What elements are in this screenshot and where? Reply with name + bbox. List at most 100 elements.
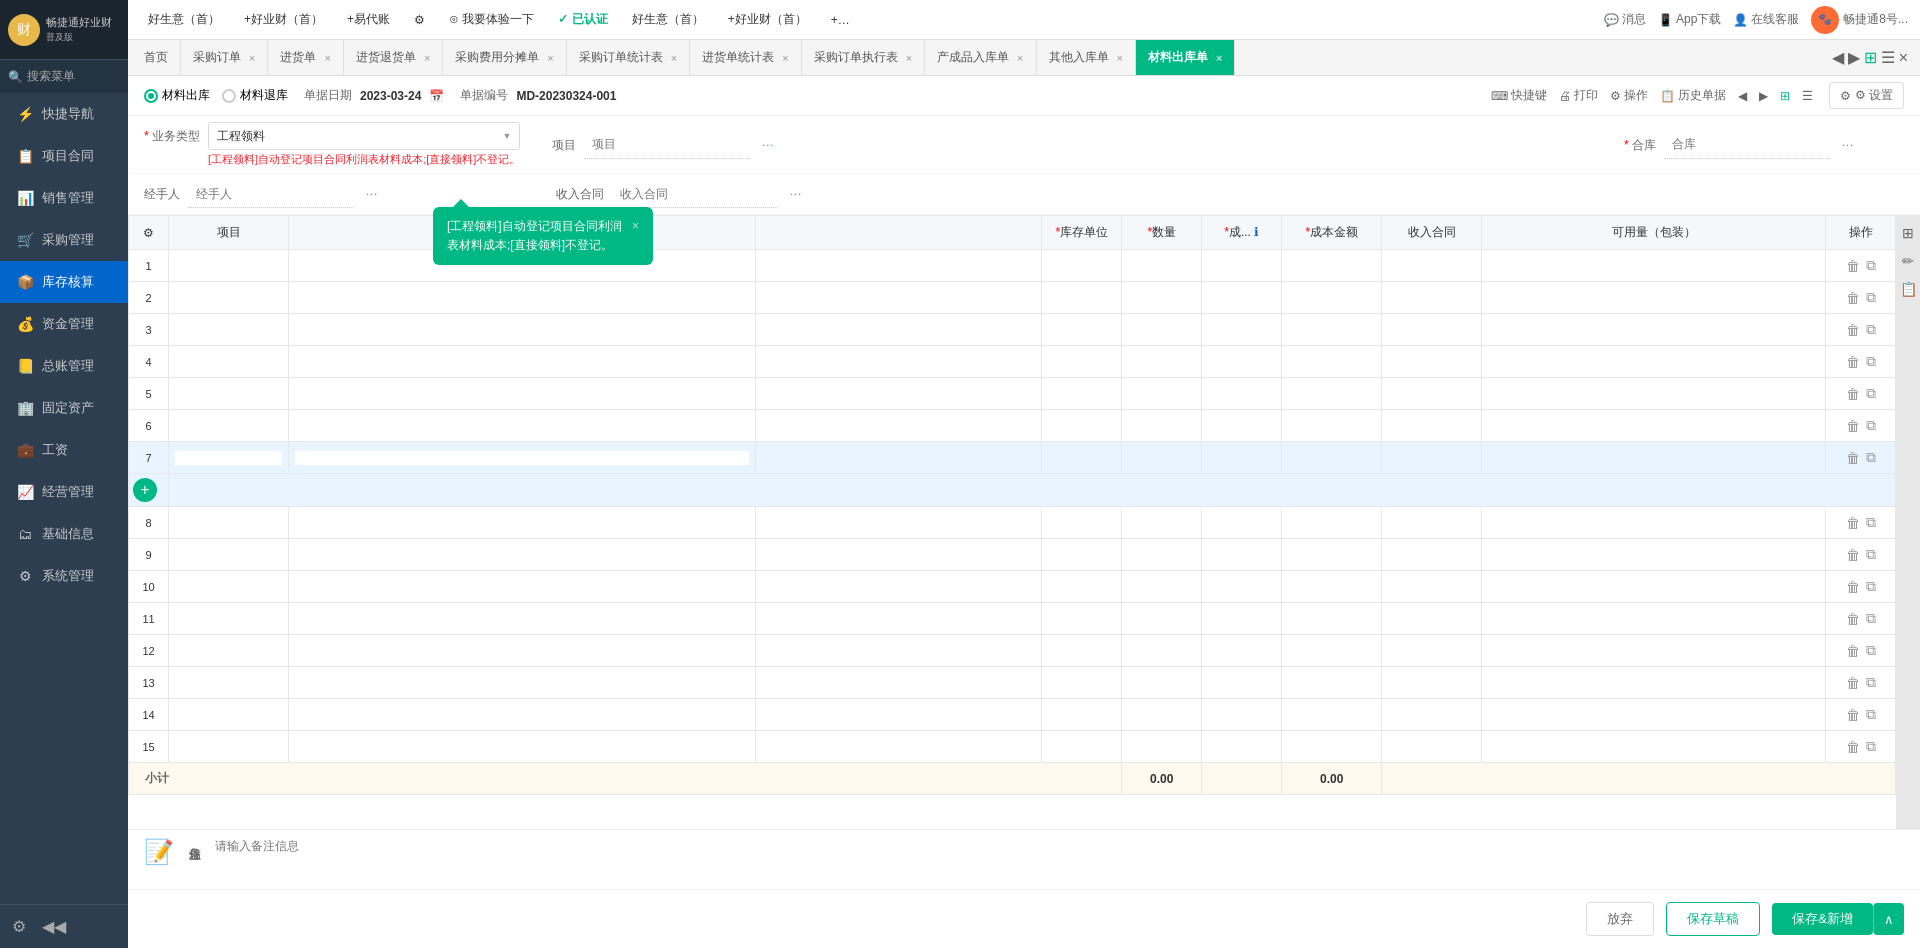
row-cost-amount-cell[interactable] — [1282, 635, 1382, 667]
row-available-qty-cell[interactable] — [1482, 346, 1826, 378]
topbar-yidaizhang[interactable]: +易代账 — [339, 7, 398, 32]
copy-row-icon[interactable]: ⧉ — [1866, 738, 1876, 755]
row-spec-cell[interactable] — [755, 571, 1041, 603]
row-cost-amount-cell[interactable] — [1282, 603, 1382, 635]
row-project-cell[interactable] — [169, 603, 289, 635]
row-material-cell[interactable] — [289, 507, 756, 539]
row-unit-cell[interactable] — [1042, 314, 1122, 346]
settings-button[interactable]: ⚙ ⚙ 设置 — [1829, 82, 1904, 109]
row-cost-price-cell[interactable] — [1202, 378, 1282, 410]
business-type-select[interactable]: 工程领料 — [208, 122, 520, 150]
delete-row-icon[interactable]: 🗑 — [1846, 579, 1860, 595]
row-cost-price-cell[interactable] — [1202, 442, 1282, 474]
calendar-icon[interactable]: 📅 — [429, 89, 444, 103]
tab-material-issue[interactable]: 材料出库单× — [1136, 40, 1235, 76]
row-income-contract-cell[interactable] — [1382, 442, 1482, 474]
row-material-cell[interactable] — [289, 699, 756, 731]
topbar-online-service[interactable]: 👤 在线客服 — [1733, 11, 1799, 28]
row-project-cell[interactable] — [169, 442, 289, 474]
add-row-button[interactable]: + — [133, 478, 157, 502]
row-spec-cell[interactable] — [755, 346, 1041, 378]
row-income-contract-cell[interactable] — [1382, 282, 1482, 314]
row-qty-cell[interactable] — [1122, 378, 1202, 410]
row-spec-cell[interactable] — [755, 603, 1041, 635]
collapse-icon[interactable]: ◀◀ — [42, 917, 66, 936]
copy-row-icon[interactable]: ⧉ — [1866, 353, 1876, 370]
tab-goods-receipt[interactable]: 进货单× — [268, 40, 343, 76]
row-material-cell[interactable] — [289, 635, 756, 667]
topbar-user[interactable]: 🐾 畅捷通8号... — [1811, 6, 1908, 34]
print-btn[interactable]: 🖨 打印 — [1559, 87, 1598, 104]
tab-other-receipt[interactable]: 其他入库单× — [1037, 40, 1136, 76]
topbar-app-download[interactable]: 📱 App下载 — [1658, 11, 1721, 28]
warehouse-ellipsis[interactable]: … — [1838, 131, 1857, 152]
delete-row-icon[interactable]: 🗑 — [1846, 547, 1860, 563]
tab-close-goods-receipt[interactable]: × — [324, 52, 330, 64]
copy-row-icon[interactable]: ⧉ — [1866, 289, 1876, 306]
row-project-cell[interactable] — [169, 507, 289, 539]
row-unit-cell[interactable] — [1042, 635, 1122, 667]
row-qty-cell[interactable] — [1122, 346, 1202, 378]
topbar-ellipsis[interactable]: +… — [823, 9, 858, 31]
row-material-cell[interactable] — [289, 314, 756, 346]
tab-nav-next[interactable]: ▶ — [1848, 48, 1860, 67]
topbar-more2[interactable]: +好业财（首） — [720, 7, 815, 32]
sidebar-item-inventory[interactable]: 📦 库存核算 — [0, 261, 128, 303]
topbar-settings-icon[interactable]: ⚙ — [406, 9, 433, 31]
tab-close-material-issue[interactable]: × — [1216, 52, 1222, 64]
row-available-qty-cell[interactable] — [1482, 571, 1826, 603]
topbar-message[interactable]: 💬 消息 — [1604, 11, 1646, 28]
row-income-contract-cell[interactable] — [1382, 507, 1482, 539]
row-unit-cell[interactable] — [1042, 250, 1122, 282]
warehouse-input[interactable] — [1664, 131, 1830, 159]
radio-material-return[interactable]: 材料退库 — [222, 87, 288, 104]
topbar-haoshengyi[interactable]: 好生意（首） — [140, 7, 228, 32]
row-project-cell[interactable] — [169, 571, 289, 603]
row-available-qty-cell[interactable] — [1482, 314, 1826, 346]
tab-close-purchase-order[interactable]: × — [249, 52, 255, 64]
right-panel-icon-3[interactable]: 📋 — [1898, 279, 1918, 299]
handler-ellipsis[interactable]: … — [362, 180, 381, 201]
row-cost-amount-cell[interactable] — [1282, 410, 1382, 442]
row-available-qty-cell[interactable] — [1482, 539, 1826, 571]
save-draft-button[interactable]: 保存草稿 — [1666, 902, 1760, 936]
row-available-qty-cell[interactable] — [1482, 410, 1826, 442]
tab-goods-return[interactable]: 进货退货单× — [344, 40, 443, 76]
delete-row-icon[interactable]: 🗑 — [1846, 290, 1860, 306]
row-income-contract-cell[interactable] — [1382, 539, 1482, 571]
row-cost-amount-cell[interactable] — [1282, 346, 1382, 378]
row-cost-price-cell[interactable] — [1202, 571, 1282, 603]
row-qty-cell[interactable] — [1122, 507, 1202, 539]
row-project-cell[interactable] — [169, 667, 289, 699]
delete-row-icon[interactable]: 🗑 — [1846, 354, 1860, 370]
row-unit-cell[interactable] — [1042, 410, 1122, 442]
row-income-contract-cell[interactable] — [1382, 603, 1482, 635]
row-income-contract-cell[interactable] — [1382, 346, 1482, 378]
row-unit-cell[interactable] — [1042, 667, 1122, 699]
row-income-contract-cell[interactable] — [1382, 410, 1482, 442]
delete-row-icon[interactable]: 🗑 — [1846, 515, 1860, 531]
row-income-contract-cell[interactable] — [1382, 731, 1482, 763]
sidebar-item-project[interactable]: 📋 项目合同 — [0, 135, 128, 177]
delete-row-icon[interactable]: 🗑 — [1846, 418, 1860, 434]
row-qty-cell[interactable] — [1122, 667, 1202, 699]
row-spec-cell[interactable] — [755, 699, 1041, 731]
delete-row-icon[interactable]: 🗑 — [1846, 258, 1860, 274]
row-unit-cell[interactable] — [1042, 699, 1122, 731]
tooltip-close[interactable]: × — [632, 217, 639, 236]
topbar-experience[interactable]: ⊙ 我要体验一下 — [441, 7, 542, 32]
row-cost-amount-cell[interactable] — [1282, 731, 1382, 763]
row-spec-cell[interactable] — [755, 314, 1041, 346]
row-project-cell[interactable] — [169, 378, 289, 410]
row-income-contract-cell[interactable] — [1382, 378, 1482, 410]
row-unit-cell[interactable] — [1042, 346, 1122, 378]
row-cost-price-cell[interactable] — [1202, 635, 1282, 667]
tab-finished-goods[interactable]: 产成品入库单× — [925, 40, 1036, 76]
row-project-cell[interactable] — [169, 731, 289, 763]
row-spec-cell[interactable] — [755, 378, 1041, 410]
row-available-qty-cell[interactable] — [1482, 507, 1826, 539]
row-qty-cell[interactable] — [1122, 282, 1202, 314]
sidebar-item-system[interactable]: ⚙ 系统管理 — [0, 555, 128, 597]
topbar-more1[interactable]: 好生意（首） — [624, 7, 712, 32]
sidebar-item-payroll[interactable]: 💼 工资 — [0, 429, 128, 471]
